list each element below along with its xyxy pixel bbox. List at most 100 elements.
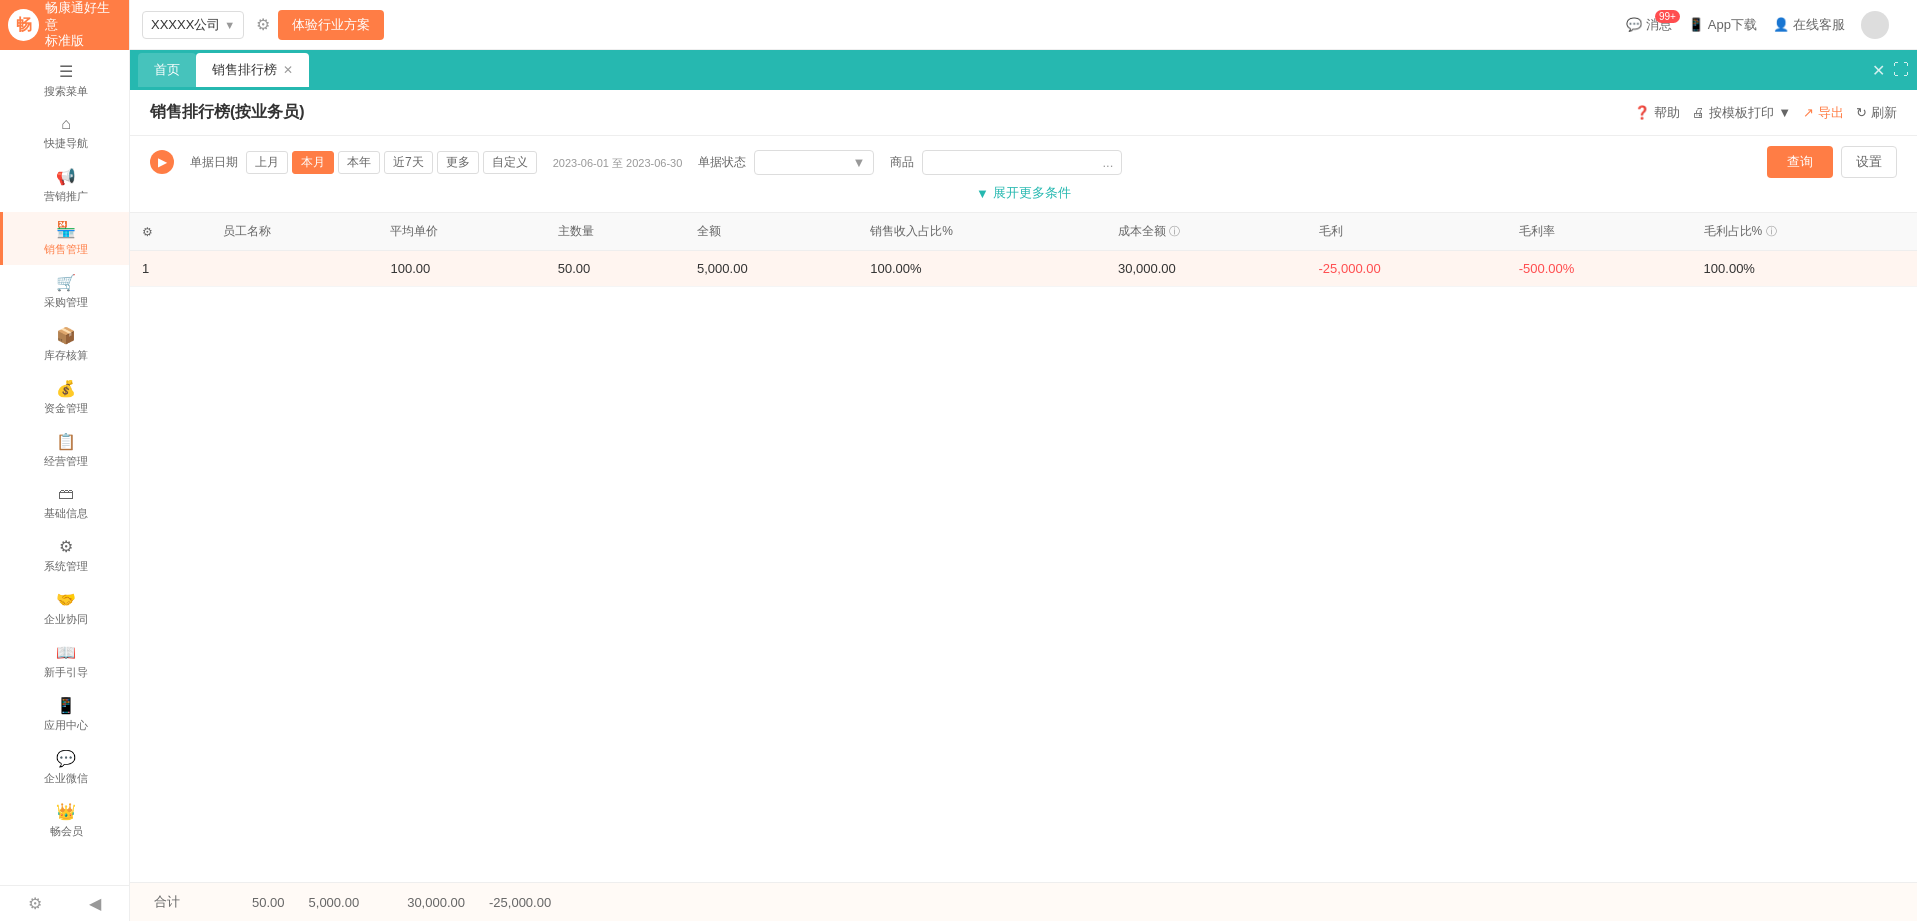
message-button[interactable]: 💬 消息 99+ (1626, 16, 1672, 34)
logo-text: 畅康通好生意 标准版 (45, 0, 121, 50)
this-month-btn[interactable]: 本月 (292, 151, 334, 174)
refresh-button[interactable]: ↻ 刷新 (1856, 104, 1897, 122)
sidebar-item-corp-wechat[interactable]: 💬 企业微信 (0, 741, 129, 794)
date-range-display: 2023-06-01 至 2023-06-30 (553, 156, 683, 171)
sidebar-item-operations[interactable]: 📋 经营管理 (0, 424, 129, 477)
goods-more-icon[interactable]: ... (1103, 155, 1114, 170)
sidebar-item-app-center[interactable]: 📱 应用中心 (0, 688, 129, 741)
sidebar-nav: ☰ 搜索菜单 ⌂ 快捷导航 📢 营销推广 🏪 销售管理 🛒 采购管理 📦 库存核… (0, 50, 129, 885)
sidebar-item-new-guide[interactable]: 📖 新手引导 (0, 635, 129, 688)
user-avatar[interactable] (1861, 11, 1889, 39)
sidebar-collapse-btn[interactable]: ◀ (89, 894, 101, 913)
date-filter-label: 单据日期 (190, 154, 238, 171)
company-name: XXXXX公司 (151, 16, 220, 34)
topbar-settings-icon[interactable]: ⚙ (256, 15, 270, 34)
quick-nav-icon: ⌂ (61, 115, 71, 133)
sidebar-footer: ⚙ ◀ (0, 885, 129, 921)
topbar: XXXXX公司 ▼ ⚙ 体验行业方案 💬 消息 99+ 📱 App下载 👤 在线… (130, 0, 1917, 50)
app-download-button[interactable]: 📱 App下载 (1688, 16, 1757, 34)
footer-label: 合计 (142, 893, 192, 911)
custom-date-btn[interactable]: 自定义 (483, 151, 537, 174)
footer-gross: -25,000.00 (477, 895, 563, 910)
export-button[interactable]: ↗ 导出 (1803, 104, 1844, 122)
more-dates-btn[interactable]: 更多 (437, 151, 479, 174)
col-gross: 毛利 (1307, 213, 1507, 251)
message-icon: 💬 (1626, 17, 1642, 32)
main-content: XXXXX公司 ▼ ⚙ 体验行业方案 💬 消息 99+ 📱 App下载 👤 在线… (130, 0, 1917, 921)
sidebar-item-finance[interactable]: 💰 资金管理 (0, 371, 129, 424)
sidebar-item-member[interactable]: 👑 畅会员 (0, 794, 129, 847)
page-header: 销售排行榜(按业务员) ❓ 帮助 🖨 按模板打印 ▼ ↗ 导出 ↻ 刷新 (130, 90, 1917, 136)
date-filter-group: 单据日期 上月 本月 本年 近7天 更多 自定义 (190, 151, 537, 174)
sidebar-item-search-order[interactable]: ☰ 搜索菜单 (0, 54, 129, 107)
inventory-icon: 📦 (56, 326, 76, 345)
col-gross-rate: 毛利率 (1507, 213, 1692, 251)
online-service-button[interactable]: 👤 在线客服 (1773, 16, 1845, 34)
this-year-btn[interactable]: 本年 (338, 151, 380, 174)
help-icon: ❓ (1634, 105, 1650, 120)
col-settings[interactable]: ⚙ (130, 213, 211, 251)
sidebar-item-quick-nav[interactable]: ⌂ 快捷导航 (0, 107, 129, 159)
filter-expand-arrow[interactable]: ▶ (150, 150, 174, 174)
tabbar: 首页 销售排行榜 ✕ ✕ ⛶ (130, 50, 1917, 90)
print-button[interactable]: 🖨 按模板打印 ▼ (1692, 104, 1791, 122)
cost-amount-info-icon[interactable]: ⓘ (1169, 225, 1180, 237)
app-download-icon: 📱 (1688, 17, 1704, 32)
footer-cost-amount: 30,000.00 (395, 895, 477, 910)
sidebar-item-inventory[interactable]: 📦 库存核算 (0, 318, 129, 371)
sidebar-item-corp-collab[interactable]: 🤝 企业协同 (0, 582, 129, 635)
goods-input[interactable]: ... (922, 150, 1122, 175)
sidebar-item-system[interactable]: ⚙ 系统管理 (0, 529, 129, 582)
new-guide-icon: 📖 (56, 643, 76, 662)
col-name: 员工名称 (211, 213, 378, 251)
message-badge: 99+ (1655, 10, 1680, 23)
system-icon: ⚙ (59, 537, 73, 556)
goods-group: 商品 ... (890, 150, 1122, 175)
last-month-btn[interactable]: 上月 (246, 151, 288, 174)
col-sales-pct: 销售收入占比% (858, 213, 1106, 251)
search-order-icon: ☰ (59, 62, 73, 81)
sidebar-item-basic-info[interactable]: 🗃 基础信息 (0, 477, 129, 529)
tab-close-icon[interactable]: ✕ (283, 63, 293, 77)
table-wrap: ⚙ 员工名称 平均单价 主数量 全额 销售收入占比% 成本全额 ⓘ 毛利 毛利率… (130, 213, 1917, 882)
print-chevron-icon: ▼ (1778, 105, 1791, 120)
trial-button[interactable]: 体验行业方案 (278, 10, 384, 40)
company-selector[interactable]: XXXXX公司 ▼ (142, 11, 244, 39)
gross-pct-info-icon[interactable]: ⓘ (1766, 225, 1777, 237)
col-main-qty: 主数量 (546, 213, 685, 251)
expand-conditions-btn[interactable]: ▼ 展开更多条件 (150, 184, 1897, 202)
sidebar-item-sales[interactable]: 🏪 销售管理 (0, 212, 129, 265)
cell-main-qty: 50.00 (546, 251, 685, 287)
purchase-icon: 🛒 (56, 273, 76, 292)
settings-button[interactable]: 设置 (1841, 146, 1897, 178)
corp-wechat-icon: 💬 (56, 749, 76, 768)
sidebar-logo: 畅 畅康通好生意 标准版 (0, 0, 129, 50)
table-footer: 合计 50.00 5,000.00 30,000.00 -25,000.00 (130, 882, 1917, 921)
sidebar-item-marketing[interactable]: 📢 营销推广 (0, 159, 129, 212)
sales-rank-table: ⚙ 员工名称 平均单价 主数量 全额 销售收入占比% 成本全额 ⓘ 毛利 毛利率… (130, 213, 1917, 287)
tabbar-close-icon[interactable]: ✕ (1872, 61, 1885, 80)
tabbar-expand-icon[interactable]: ⛶ (1893, 61, 1909, 80)
col-cost-amount: 成本全额 ⓘ (1106, 213, 1307, 251)
cell-avg-price: 100.00 (378, 251, 545, 287)
cell-amount: 5,000.00 (685, 251, 858, 287)
doc-status-select[interactable]: ▼ (754, 150, 874, 175)
sidebar-settings-btn[interactable]: ⚙ (28, 894, 42, 913)
cell-gross-pct: 100.00% (1692, 251, 1917, 287)
date-buttons: 上月 本月 本年 近7天 更多 自定义 (246, 151, 537, 174)
cell-gross: -25,000.00 (1307, 251, 1507, 287)
query-button[interactable]: 查询 (1767, 146, 1833, 178)
sidebar-item-purchase[interactable]: 🛒 采购管理 (0, 265, 129, 318)
tab-home[interactable]: 首页 (138, 53, 196, 87)
col-gross-pct: 毛利占比% ⓘ (1692, 213, 1917, 251)
last-7days-btn[interactable]: 近7天 (384, 151, 433, 174)
sales-icon: 🏪 (56, 220, 76, 239)
marketing-icon: 📢 (56, 167, 76, 186)
cell-cost-amount: 30,000.00 (1106, 251, 1307, 287)
cell-rank: 1 (130, 251, 211, 287)
topbar-right: 💬 消息 99+ 📱 App下载 👤 在线客服 (1626, 11, 1905, 39)
help-button[interactable]: ❓ 帮助 (1634, 104, 1680, 122)
cell-sales-pct: 100.00% (858, 251, 1106, 287)
tab-sales-rank[interactable]: 销售排行榜 ✕ (196, 53, 309, 87)
member-icon: 👑 (56, 802, 76, 821)
